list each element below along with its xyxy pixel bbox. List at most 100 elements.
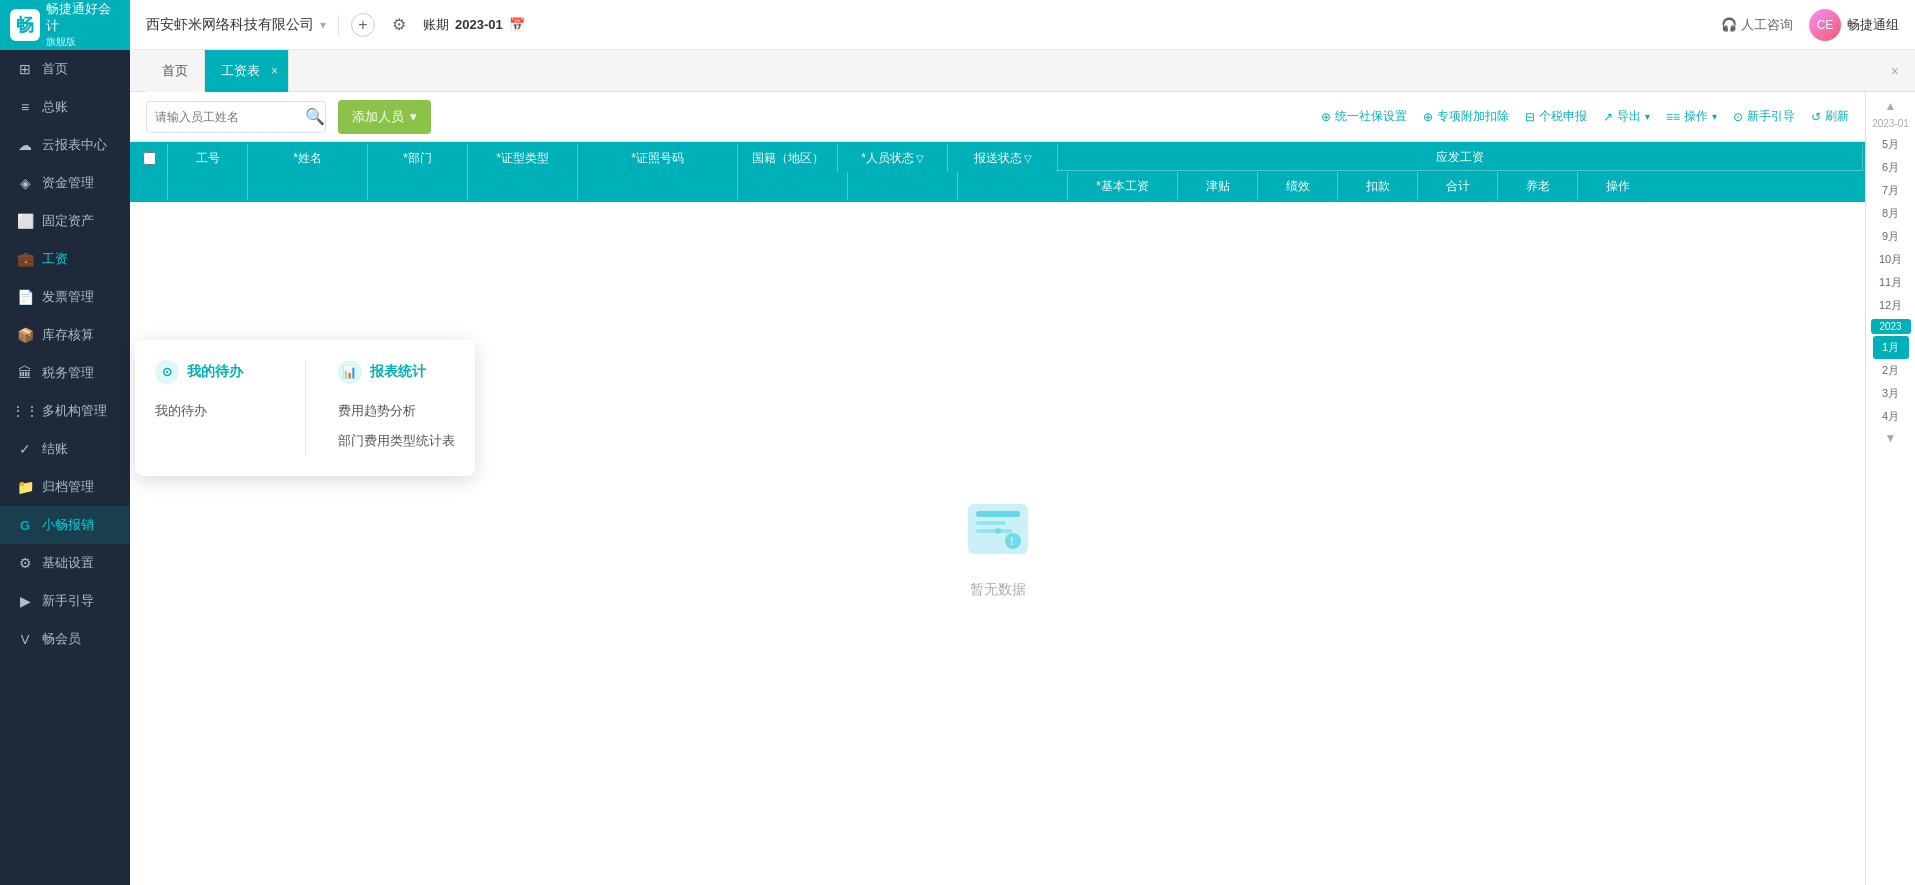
todo-icon: ⊙ <box>155 360 179 384</box>
special-deduct-action[interactable]: ⊕ 专项附加扣除 <box>1423 108 1509 125</box>
popup-todo-header: ⊙ 我的待办 <box>155 360 273 384</box>
sidebar-item-archive[interactable]: 📁 归档管理 <box>0 468 130 506</box>
tab-close-button[interactable]: × <box>269 62 280 80</box>
popup-expense-trend-item[interactable]: 费用趋势分析 <box>338 396 456 426</box>
th-pension: 养老 <box>1498 172 1578 200</box>
timeline-month-11[interactable]: 11月 <box>1866 271 1915 294</box>
expense-icon: G <box>16 516 34 534</box>
timeline-month-8[interactable]: 8月 <box>1866 202 1915 225</box>
svg-point-6 <box>995 528 1001 534</box>
refresh-icon: ↺ <box>1811 110 1821 124</box>
filter-icon[interactable]: ▽ <box>916 153 924 164</box>
th2-status <box>848 172 958 200</box>
user-menu[interactable]: CE 畅捷通组 <box>1809 9 1899 41</box>
chevron-down-icon: ▾ <box>320 18 326 32</box>
settings-button[interactable]: ⚙ <box>387 13 411 37</box>
inventory-icon: 📦 <box>16 326 34 344</box>
timeline-period-label: 2023-01 <box>1872 116 1909 131</box>
new-guide-icon: ⊙ <box>1733 110 1743 124</box>
timeline-month-3[interactable]: 3月 <box>1866 382 1915 405</box>
th2-name <box>248 172 368 200</box>
tab-payroll[interactable]: 工资表 × <box>205 50 289 92</box>
personal-tax-action[interactable]: ⊟ 个税申报 <box>1525 108 1587 125</box>
th2-checkbox <box>132 172 168 200</box>
add-company-button[interactable]: + <box>351 13 375 37</box>
th-send-status: 报送状态 ▽ <box>948 144 1058 172</box>
sidebar: 畅 畅捷通好会计 旗舰版 ⊞ 首页 ≡ 总账 ☁ 云报表中心 ◈ 资金管理 ⬜ … <box>0 0 130 885</box>
timeline-month-7[interactable]: 7月 <box>1866 179 1915 202</box>
sidebar-item-member[interactable]: V 畅会员 <box>0 620 130 658</box>
popup-todo-item[interactable]: 我的待办 <box>155 396 273 426</box>
sidebar-item-settle[interactable]: ✓ 结账 <box>0 430 130 468</box>
th-basic-wage: *基本工资 <box>1068 172 1178 200</box>
operate-action[interactable]: ≡≡ 操作 ▾ <box>1666 108 1717 125</box>
sidebar-item-expense[interactable]: G 小畅报销 <box>0 506 130 544</box>
popup-reports-header: 📊 报表统计 <box>338 360 456 384</box>
select-all-checkbox[interactable] <box>143 152 156 165</box>
th-bonus: 绩效 <box>1258 172 1338 200</box>
th-wage-title: 应发工资 <box>1058 145 1862 171</box>
tax-icon: 🏛 <box>16 364 34 382</box>
sidebar-item-invoice[interactable]: 📄 发票管理 <box>0 278 130 316</box>
new-guide-action[interactable]: ⊙ 新手引导 <box>1733 108 1795 125</box>
sidebar-item-finance[interactable]: ◈ 资金管理 <box>0 164 130 202</box>
refresh-action[interactable]: ↺ 刷新 <box>1811 108 1849 125</box>
th-number: 工号 <box>168 144 248 172</box>
search-input[interactable] <box>155 110 305 124</box>
th2-id-type <box>468 172 578 200</box>
sidebar-item-multi[interactable]: ⋮⋮ 多机构管理 <box>0 392 130 430</box>
sidebar-item-reports[interactable]: ☁ 云报表中心 <box>0 126 130 164</box>
timeline-month-9[interactable]: 9月 <box>1866 225 1915 248</box>
ledger-icon: ≡ <box>16 98 34 116</box>
assets-icon: ⬜ <box>16 212 34 230</box>
sidebar-item-ledger[interactable]: ≡ 总账 <box>0 88 130 126</box>
social-security-action[interactable]: ⊕ 统一社保设置 <box>1321 108 1407 125</box>
sidebar-item-inventory[interactable]: 📦 库存核算 <box>0 316 130 354</box>
export-action[interactable]: ↗ 导出 ▾ <box>1603 108 1650 125</box>
popup-dept-expense-item[interactable]: 部门费用类型统计表 <box>338 426 456 456</box>
finance-icon: ◈ <box>16 174 34 192</box>
settle-icon: ✓ <box>16 440 34 458</box>
table-header-row2: *基本工资 津贴 绩效 扣款 合计 养老 <box>132 172 1863 200</box>
add-person-button[interactable]: 添加人员 ▾ <box>338 100 431 134</box>
th2-number <box>168 172 248 200</box>
gear-icon: ⚙ <box>16 554 34 572</box>
play-icon: ▶ <box>16 592 34 610</box>
svg-rect-2 <box>976 521 1006 525</box>
operate-icon: ≡≡ <box>1666 110 1680 124</box>
sidebar-item-basic[interactable]: ⚙ 基础设置 <box>0 544 130 582</box>
timeline-month-12[interactable]: 12月 <box>1866 294 1915 317</box>
member-icon: V <box>16 630 34 648</box>
data-table: 工号 *姓名 *部门 *证型类型 *证照号码 国籍（地区） <box>130 142 1865 202</box>
timeline-month-10[interactable]: 10月 <box>1866 248 1915 271</box>
company-selector[interactable]: 西安虾米网络科技有限公司 ▾ <box>146 16 326 34</box>
sidebar-item-assets[interactable]: ⬜ 固定资产 <box>0 202 130 240</box>
filter-icon2[interactable]: ▽ <box>1024 153 1032 164</box>
timeline-up-button[interactable]: ▲ <box>1877 96 1905 116</box>
timeline-month-1[interactable]: 1月 <box>1873 336 1909 359</box>
table-container: 🔍 添加人员 ▾ ⊕ 统一社保设置 ⊕ 专项附加扣除 ⊟ <box>130 92 1865 885</box>
sidebar-item-home[interactable]: ⊞ 首页 <box>0 50 130 88</box>
th2-country <box>738 172 848 200</box>
archive-icon: 📁 <box>16 478 34 496</box>
timeline-month-6[interactable]: 6月 <box>1866 156 1915 179</box>
popup-col-todo: ⊙ 我的待办 我的待办 <box>155 360 273 456</box>
timeline-year-2023: 2023 <box>1871 319 1911 334</box>
service-button[interactable]: 🎧 人工咨询 <box>1721 16 1793 34</box>
sidebar-item-tax[interactable]: 🏛 税务管理 <box>0 354 130 392</box>
th-checkbox[interactable] <box>132 144 168 172</box>
tab-home[interactable]: 首页 <box>146 50 205 92</box>
timeline-month-5[interactable]: 5月 <box>1866 133 1915 156</box>
personal-tax-icon: ⊟ <box>1525 110 1535 124</box>
toolbar: 🔍 添加人员 ▾ ⊕ 统一社保设置 ⊕ 专项附加扣除 ⊟ <box>130 92 1865 142</box>
timeline-month-2[interactable]: 2月 <box>1866 359 1915 382</box>
sidebar-item-guide[interactable]: ▶ 新手引导 <box>0 582 130 620</box>
search-icon: 🔍 <box>305 107 325 126</box>
th-wage-group: 应发工资 <box>1058 145 1863 171</box>
invoice-icon: 📄 <box>16 288 34 306</box>
toolbar-actions: ⊕ 统一社保设置 ⊕ 专项附加扣除 ⊟ 个税申报 ↗ 导出 ▾ <box>1321 108 1849 125</box>
window-close-button[interactable]: × <box>1891 62 1915 80</box>
sidebar-item-salary[interactable]: 💼 工资 <box>0 240 130 278</box>
timeline-down-button[interactable]: ▼ <box>1877 428 1905 448</box>
timeline-month-4[interactable]: 4月 <box>1866 405 1915 428</box>
